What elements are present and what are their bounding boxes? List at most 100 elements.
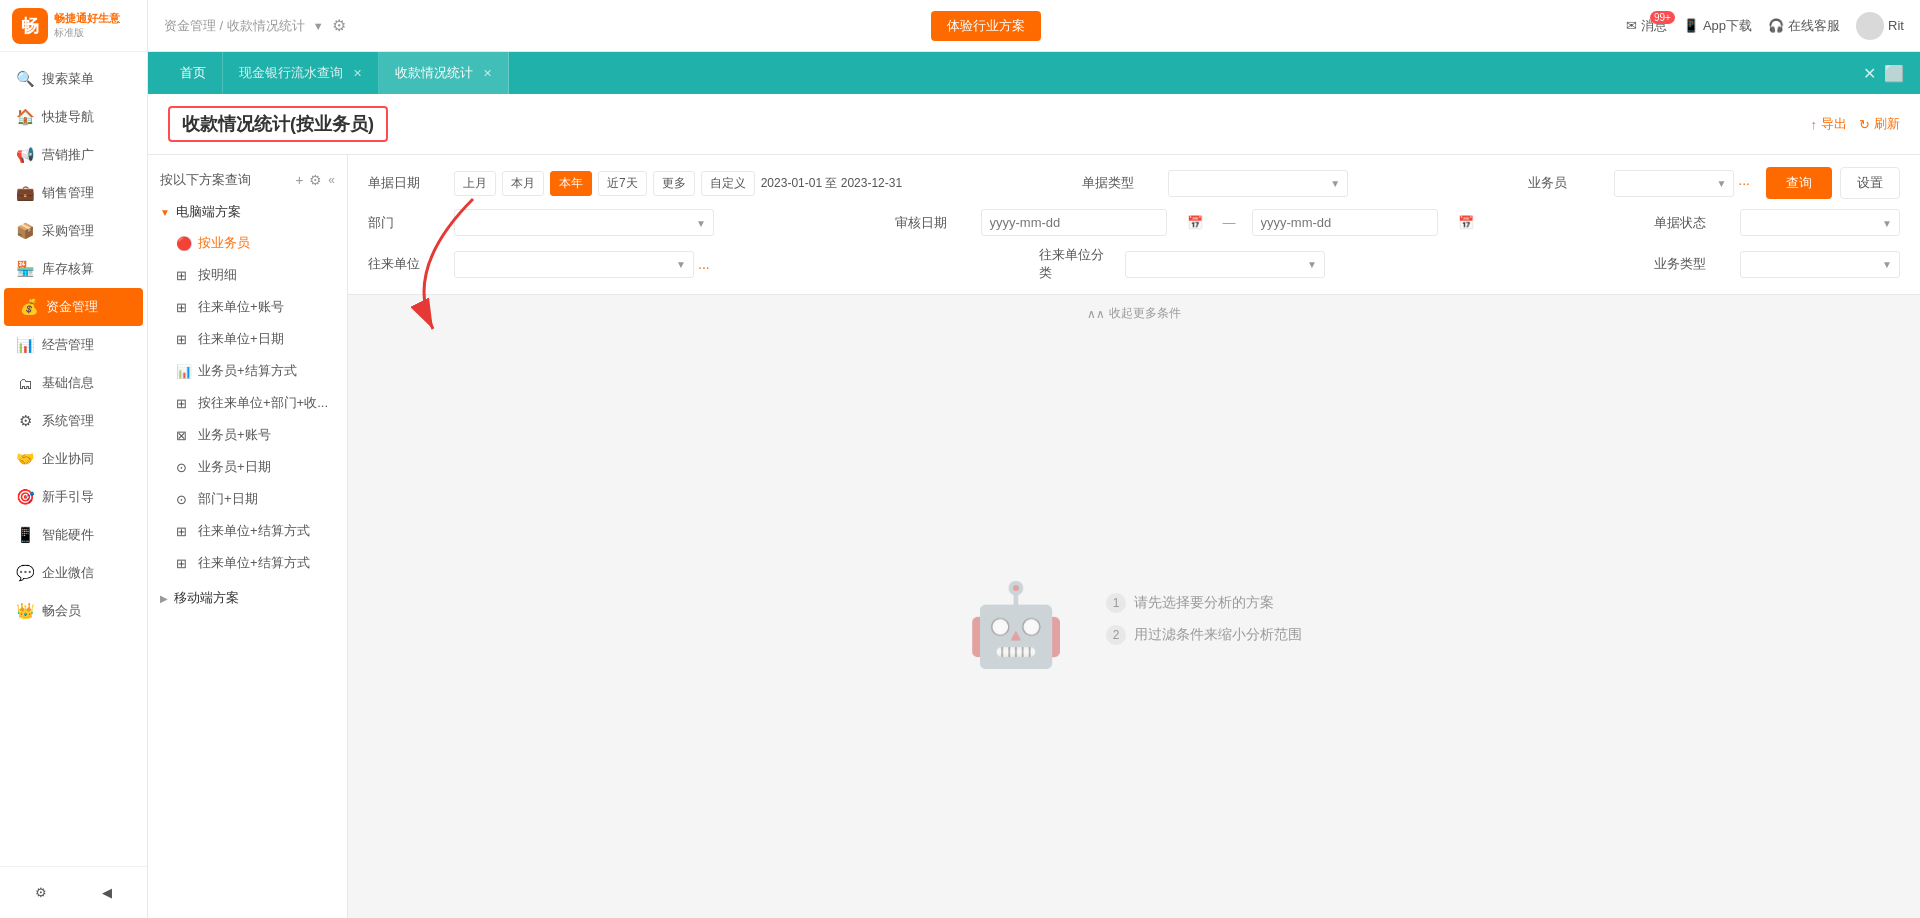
salesperson-filter-label: 业务员 bbox=[1528, 174, 1598, 192]
sidebar-item-wechat[interactable]: 💬 企业微信 bbox=[0, 554, 147, 592]
sidebar-item-enterprise[interactable]: 🤝 企业协同 bbox=[0, 440, 147, 478]
desktop-scheme-header[interactable]: ▼ 电脑端方案 bbox=[148, 197, 347, 227]
salesperson-settle-icon: 📊 bbox=[176, 364, 192, 379]
purchase-icon: 📦 bbox=[16, 222, 34, 240]
add-scheme-icon[interactable]: + bbox=[295, 172, 303, 188]
sidebar-item-member[interactable]: 👑 畅会员 bbox=[0, 592, 147, 630]
scheme-item-salesperson-account[interactable]: ⊠ 业务员+账号 bbox=[148, 419, 347, 451]
dept-select[interactable] bbox=[454, 209, 714, 236]
dropdown-arrow-icon[interactable]: ▼ bbox=[313, 20, 324, 32]
salesperson-scheme-icon: 🔴 bbox=[176, 236, 192, 251]
user-avatar-btn[interactable]: Rit bbox=[1856, 12, 1904, 40]
sidebar-item-finance[interactable]: 💰 资金管理 bbox=[4, 288, 143, 326]
sidebar-item-system[interactable]: ⚙ 系统管理 bbox=[0, 402, 147, 440]
header-left: 资金管理 / 收款情况统计 ▼ ⚙ bbox=[164, 16, 346, 35]
sales-icon: 💼 bbox=[16, 184, 34, 202]
empty-text: 1 请先选择要分析的方案 2 用过滤条件来缩小分析范围 bbox=[1106, 593, 1302, 657]
date-btn-more[interactable]: 更多 bbox=[653, 171, 695, 196]
business-type-select[interactable] bbox=[1740, 251, 1900, 278]
scheme-item-supplier-account[interactable]: ⊞ 往来单位+账号 bbox=[148, 291, 347, 323]
supplier-dept-icon: ⊞ bbox=[176, 396, 192, 411]
app-download-btn[interactable]: 📱 App下载 bbox=[1683, 17, 1752, 35]
tab-home[interactable]: 首页 bbox=[164, 52, 223, 94]
tab-bank[interactable]: 现金银行流水查询 ✕ bbox=[223, 52, 379, 94]
dept-date-icon: ⊙ bbox=[176, 492, 192, 507]
sidebar-settings-btn[interactable]: ⚙ bbox=[25, 879, 57, 906]
sidebar-item-basic[interactable]: 🗂 基础信息 bbox=[0, 364, 147, 402]
sidebar-item-sales[interactable]: 💼 销售管理 bbox=[0, 174, 147, 212]
scheme-settings-icon[interactable]: ⚙ bbox=[309, 172, 322, 188]
sidebar-item-hardware[interactable]: 📱 智能硬件 bbox=[0, 516, 147, 554]
business-type-label: 业务类型 bbox=[1654, 255, 1724, 273]
sidebar-item-inventory[interactable]: 🏪 库存核算 bbox=[0, 250, 147, 288]
window-maximize-icon[interactable]: ⬜ bbox=[1884, 64, 1904, 83]
audit-date-from[interactable] bbox=[981, 209, 1167, 236]
tab-collection-close-icon[interactable]: ✕ bbox=[483, 67, 492, 80]
sidebar-nav: 🔍 搜索菜单 🏠 快捷导航 📢 营销推广 💼 销售管理 📦 采购管理 🏪 库存核… bbox=[0, 52, 147, 866]
sidebar-item-search[interactable]: 🔍 搜索菜单 bbox=[0, 60, 147, 98]
counterparty-category-select[interactable] bbox=[1125, 251, 1325, 278]
sidebar-item-purchase[interactable]: 📦 采购管理 bbox=[0, 212, 147, 250]
sidebar: 畅 畅捷通好生意 标准版 🔍 搜索菜单 🏠 快捷导航 📢 营销推广 💼 销售管理… bbox=[0, 0, 148, 918]
scheme-item-salesperson-date[interactable]: ⊙ 业务员+日期 bbox=[148, 451, 347, 483]
message-btn[interactable]: ✉ 消息 99+ bbox=[1626, 17, 1667, 35]
sidebar-item-guide[interactable]: 🎯 新手引导 bbox=[0, 478, 147, 516]
sidebar-bottom: ⚙ ◀ bbox=[0, 866, 147, 918]
empty-hint-2: 2 用过滤条件来缩小分析范围 bbox=[1106, 625, 1302, 645]
sidebar-item-marketing[interactable]: 📢 营销推广 bbox=[0, 136, 147, 174]
detail-scheme-icon: ⊞ bbox=[176, 268, 192, 283]
top-header: 资金管理 / 收款情况统计 ▼ ⚙ 体验行业方案 ✉ 消息 99+ 📱 App下… bbox=[148, 0, 1920, 52]
date-btn-this-year[interactable]: 本年 bbox=[550, 171, 592, 196]
salesperson-more-icon[interactable]: ··· bbox=[1738, 175, 1750, 191]
empty-state: 🤖 1 请先选择要分析的方案 2 用过滤条件来缩小分析范围 bbox=[348, 332, 1920, 918]
scheme-item-supplier-dept[interactable]: ⊞ 按往来单位+部门+收... bbox=[148, 387, 347, 419]
scheme-item-supplier-date[interactable]: ⊞ 往来单位+日期 bbox=[148, 323, 347, 355]
collapse-icon: ◀ bbox=[102, 885, 112, 900]
counterparty-select[interactable] bbox=[454, 251, 694, 278]
header-right: ✉ 消息 99+ 📱 App下载 🎧 在线客服 Rit bbox=[1626, 12, 1904, 40]
date-btn-custom[interactable]: 自定义 bbox=[701, 171, 755, 196]
scheme-item-dept-date[interactable]: ⊙ 部门+日期 bbox=[148, 483, 347, 515]
counterparty-label: 往来单位 bbox=[368, 255, 438, 273]
left-panel-actions: + ⚙ « bbox=[295, 172, 335, 188]
trial-button[interactable]: 体验行业方案 bbox=[931, 11, 1041, 41]
scheme-item-detail[interactable]: ⊞ 按明细 bbox=[148, 259, 347, 291]
page-header: 收款情况统计(按业务员) ↑ 导出 ↻ 刷新 bbox=[148, 94, 1920, 155]
refresh-button[interactable]: ↻ 刷新 bbox=[1859, 115, 1900, 133]
tab-bank-close-icon[interactable]: ✕ bbox=[353, 67, 362, 80]
page-title-box: 收款情况统计(按业务员) bbox=[168, 106, 388, 142]
counterparty-input-wrapper: ... bbox=[454, 251, 710, 278]
scheme-item-supplier-settle1[interactable]: ⊞ 往来单位+结算方式 bbox=[148, 515, 347, 547]
collapse-panel-icon[interactable]: « bbox=[328, 173, 335, 187]
date-btn-last-month[interactable]: 上月 bbox=[454, 171, 496, 196]
header-gear-icon[interactable]: ⚙ bbox=[332, 16, 346, 35]
query-button[interactable]: 查询 bbox=[1766, 167, 1832, 199]
filter-area: 单据日期 上月 本月 本年 近7天 更多 自定义 2023-01-01 至 20… bbox=[348, 155, 1920, 295]
counterparty-select-wrapper bbox=[454, 251, 694, 278]
date-btn-7days[interactable]: 近7天 bbox=[598, 171, 647, 196]
sidebar-collapse-btn[interactable]: ◀ bbox=[92, 879, 122, 906]
main-content: 资金管理 / 收款情况统计 ▼ ⚙ 体验行业方案 ✉ 消息 99+ 📱 App下… bbox=[148, 0, 1920, 918]
scheme-item-salesperson-settle[interactable]: 📊 业务员+结算方式 bbox=[148, 355, 347, 387]
audit-date-to[interactable] bbox=[1252, 209, 1438, 236]
mobile-scheme-header[interactable]: ▶ 移动端方案 bbox=[148, 583, 347, 613]
collapse-bar[interactable]: ∧∧ 收起更多条件 bbox=[348, 295, 1920, 332]
doc-status-select[interactable] bbox=[1740, 209, 1900, 236]
counterparty-category-select-wrapper bbox=[1125, 251, 1325, 278]
window-close-icon[interactable]: ✕ bbox=[1863, 64, 1876, 83]
doctype-select[interactable] bbox=[1168, 170, 1348, 197]
date-btn-this-month[interactable]: 本月 bbox=[502, 171, 544, 196]
setting-button[interactable]: 设置 bbox=[1840, 167, 1900, 199]
counterparty-more-icon[interactable]: ... bbox=[698, 256, 710, 272]
scheme-item-supplier-settle2[interactable]: ⊞ 往来单位+结算方式 bbox=[148, 547, 347, 579]
salesperson-select[interactable] bbox=[1614, 170, 1734, 197]
tab-collection[interactable]: 收款情况统计 ✕ bbox=[379, 52, 509, 94]
hint-number-2: 2 bbox=[1106, 625, 1126, 645]
scheme-item-salesperson[interactable]: 🔴 按业务员 bbox=[148, 227, 347, 259]
sidebar-item-operations[interactable]: 📊 经营管理 bbox=[0, 326, 147, 364]
sidebar-item-quicknav[interactable]: 🏠 快捷导航 bbox=[0, 98, 147, 136]
online-service-btn[interactable]: 🎧 在线客服 bbox=[1768, 17, 1840, 35]
member-icon: 👑 bbox=[16, 602, 34, 620]
export-icon: ↑ bbox=[1811, 117, 1818, 132]
export-button[interactable]: ↑ 导出 bbox=[1811, 115, 1848, 133]
